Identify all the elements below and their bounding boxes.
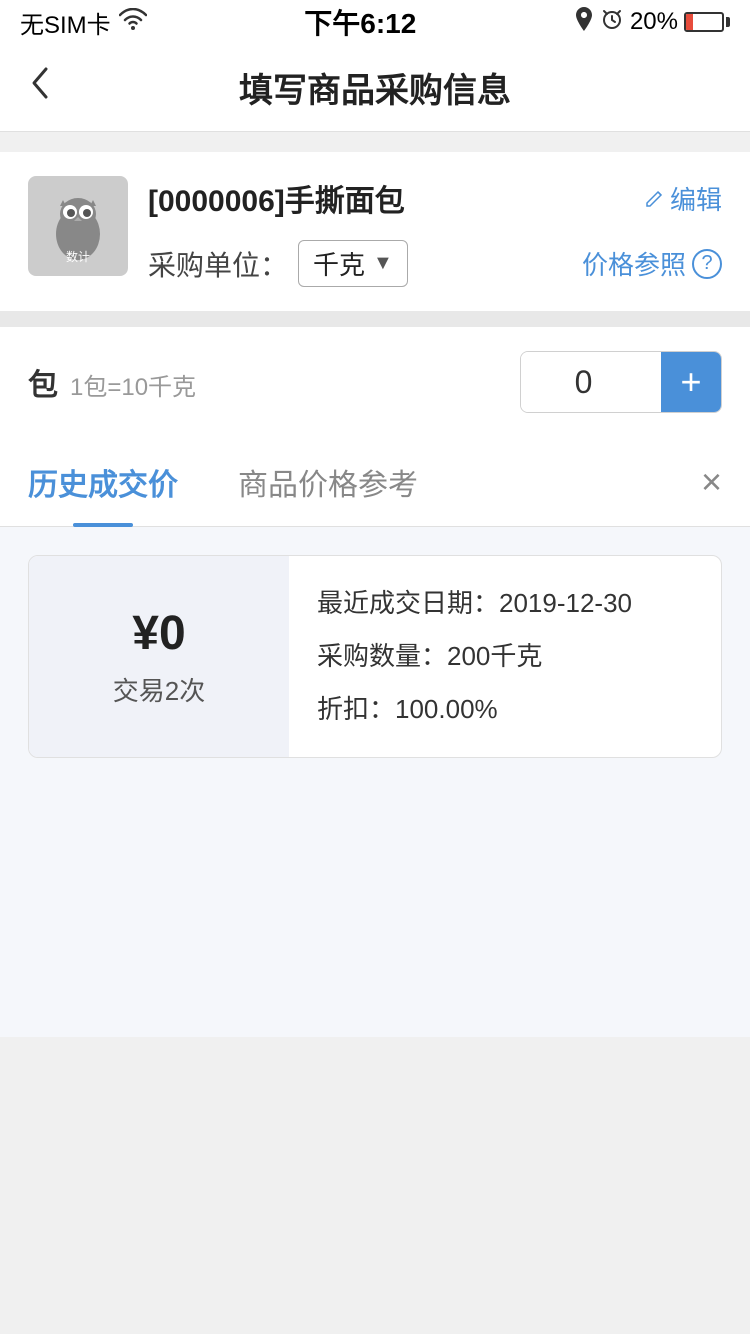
- transaction-count: 交易2次: [113, 671, 205, 708]
- quantity-left: 包 1包=10千克: [28, 360, 196, 404]
- unit-badge: 包: [28, 360, 58, 404]
- quantity-row: 包 1包=10千克 +: [0, 327, 750, 437]
- tab-content: ¥0 交易2次 最近成交日期：2019-12-30 采购数量：200千克 折扣：…: [0, 527, 750, 786]
- tabs-close-button[interactable]: ×: [701, 461, 722, 503]
- quantity-plus-button[interactable]: +: [661, 352, 721, 412]
- product-thumbnail: 数计: [28, 176, 128, 276]
- unit-select[interactable]: 千克 ▼: [298, 240, 408, 287]
- tab-history-price[interactable]: 历史成交价: [28, 437, 178, 527]
- carrier-label: 无SIM卡: [20, 5, 111, 40]
- product-info: [0000006]手撕面包 编辑 采购单位： 千克 ▼ 价格参照 ?: [148, 176, 722, 287]
- edit-button[interactable]: 编辑: [644, 180, 722, 217]
- recent-date-value: 2019-12-30: [499, 588, 632, 618]
- product-header: 数计 [0000006]手撕面包 编辑 采购单位： 千克 ▼: [28, 176, 722, 287]
- unit-conversion: 1包=10千克: [70, 367, 196, 402]
- product-unit-row: 采购单位： 千克 ▼ 价格参照 ?: [148, 240, 722, 287]
- quantity-input-group: +: [520, 351, 722, 413]
- unit-label: 采购单位：: [148, 244, 288, 284]
- nav-bar: 填写商品采购信息: [0, 44, 750, 132]
- purchase-qty-row: 采购数量：200千克: [317, 637, 693, 676]
- tab-price-reference[interactable]: 商品价格参考: [238, 437, 418, 527]
- tabs-header: 历史成交价 商品价格参考 ×: [0, 437, 750, 527]
- quantity-input[interactable]: [521, 352, 661, 412]
- price-reference-button[interactable]: 价格参照 ?: [582, 245, 722, 282]
- status-bar: 无SIM卡 下午6:12 20%: [0, 0, 750, 44]
- recent-date-row: 最近成交日期：2019-12-30: [317, 584, 693, 623]
- battery-icon: [684, 12, 730, 32]
- discount-row: 折扣：100.00%: [317, 690, 693, 729]
- page-title: 填写商品采购信息: [239, 63, 511, 112]
- transaction-card: ¥0 交易2次 最近成交日期：2019-12-30 采购数量：200千克 折扣：…: [28, 555, 722, 758]
- product-name: [0000006]手撕面包: [148, 176, 405, 220]
- status-time: 下午6:12: [304, 2, 416, 42]
- battery-percentage: 20%: [630, 8, 678, 36]
- wifi-icon: [119, 8, 147, 37]
- product-id: [0000006]: [148, 185, 285, 218]
- transaction-right-panel: 最近成交日期：2019-12-30 采购数量：200千克 折扣：100.00%: [289, 556, 721, 757]
- main-content: 历史成交价 商品价格参考 × ¥0 交易2次 最近成交日期：2019-12-30…: [0, 437, 750, 1037]
- back-button[interactable]: [24, 61, 52, 114]
- location-icon: [574, 7, 594, 38]
- product-name-row: [0000006]手撕面包 编辑: [148, 176, 722, 220]
- svg-text:数计: 数计: [66, 249, 90, 264]
- product-name-text: 手撕面包: [285, 185, 405, 218]
- recent-date-label: 最近成交日期：: [317, 588, 499, 618]
- alarm-icon: [600, 7, 624, 38]
- discount-label: 折扣：: [317, 694, 395, 724]
- section-divider: [0, 311, 750, 327]
- transaction-left-panel: ¥0 交易2次: [29, 556, 289, 757]
- status-right: 20%: [574, 7, 730, 38]
- status-left: 无SIM卡: [20, 5, 147, 40]
- tab-active-underline: [73, 523, 133, 527]
- product-card: 数计 [0000006]手撕面包 编辑 采购单位： 千克 ▼: [0, 152, 750, 311]
- discount-value: 100.00%: [395, 694, 498, 724]
- transaction-price: ¥0: [132, 606, 185, 661]
- help-icon: ?: [692, 249, 722, 279]
- purchase-qty-value: 200千克: [447, 641, 542, 671]
- unit-value: 千克: [313, 245, 365, 282]
- dropdown-arrow-icon: ▼: [373, 252, 393, 275]
- purchase-qty-label: 采购数量：: [317, 641, 447, 671]
